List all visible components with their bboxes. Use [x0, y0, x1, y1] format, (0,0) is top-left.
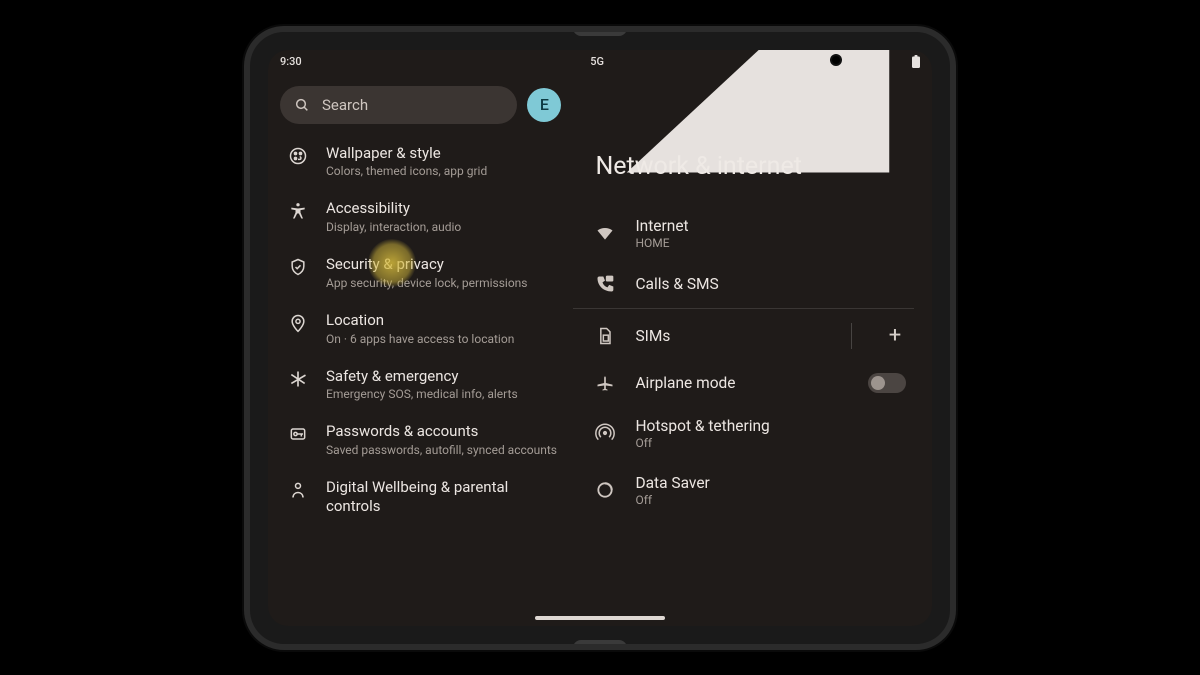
front-camera	[832, 56, 840, 64]
settings-detail-pane: Network & internet InternetHOME Calls & S…	[573, 74, 932, 626]
item-title: Internet	[635, 217, 914, 235]
item-subtitle: Off	[635, 493, 914, 507]
network-item-hotspot[interactable]: Hotspot & tetheringOff	[573, 405, 914, 462]
wifi-icon	[595, 223, 615, 243]
item-subtitle: Off	[635, 436, 914, 450]
accessibility-icon	[288, 201, 308, 221]
hinge-bottom	[573, 640, 627, 644]
settings-item-passwords[interactable]: Passwords & accounts Saved passwords, aut…	[268, 412, 573, 468]
item-subtitle: Saved passwords, autofill, synced accoun…	[326, 443, 561, 458]
avatar-initial: E	[540, 95, 549, 114]
network-item-datasaver[interactable]: Data SaverOff	[573, 462, 914, 519]
sim-icon	[595, 326, 615, 346]
item-title: Location	[326, 311, 561, 330]
settings-master-pane: Search E Wallpaper & styleColors, themed…	[268, 74, 573, 626]
settings-item-safety[interactable]: Safety & emergencyEmergency SOS, medical…	[268, 357, 573, 413]
item-title: Accessibility	[326, 199, 561, 218]
settings-item-wellbeing[interactable]: Digital Wellbeing & parental controls	[268, 468, 573, 526]
phone-msg-icon	[595, 274, 615, 294]
profile-avatar[interactable]: E	[527, 88, 561, 122]
asterisk-icon	[288, 369, 308, 389]
item-title: Digital Wellbeing & parental controls	[326, 478, 561, 516]
search-input[interactable]: Search	[280, 86, 517, 124]
item-subtitle: On · 6 apps have access to location	[326, 332, 561, 347]
item-subtitle: Emergency SOS, medical info, alerts	[326, 387, 561, 402]
network-item-calls[interactable]: Calls & SMS	[573, 262, 914, 306]
item-title: Hotspot & tethering	[635, 417, 914, 435]
item-title: Passwords & accounts	[326, 422, 561, 441]
device-frame: 9:30 5G	[250, 32, 950, 644]
datasaver-icon	[595, 480, 615, 500]
plane-icon	[595, 373, 615, 393]
item-title: Safety & emergency	[326, 367, 561, 386]
settings-item-wallpaper[interactable]: Wallpaper & styleColors, themed icons, a…	[268, 134, 573, 190]
divider-vertical	[851, 323, 852, 349]
settings-item-accessibility[interactable]: Accessibility Display, interaction, audio	[268, 189, 573, 245]
item-title: SIMs	[635, 327, 831, 345]
search-icon	[294, 97, 310, 113]
network-item-internet[interactable]: InternetHOME	[573, 205, 914, 262]
item-title: Calls & SMS	[635, 275, 914, 293]
item-title: Wallpaper & style	[326, 144, 561, 163]
item-subtitle: Colors, themed icons, app grid	[326, 164, 561, 179]
status-network-label: 5G	[590, 55, 604, 68]
shield-icon	[288, 257, 308, 277]
airplane-mode-toggle[interactable]	[868, 373, 906, 393]
pin-icon	[288, 313, 308, 333]
settings-item-security[interactable]: Security & privacy App security, device l…	[268, 245, 573, 301]
divider	[573, 308, 914, 309]
screen: 9:30 5G	[268, 50, 932, 626]
content-area: Search E Wallpaper & styleColors, themed…	[268, 74, 932, 626]
wellbeing-icon	[288, 480, 308, 500]
battery-icon	[912, 55, 920, 68]
network-list: InternetHOME Calls & SMS SIMs + Airplane mod…	[573, 205, 914, 519]
search-placeholder: Search	[322, 96, 368, 114]
status-time: 9:30	[280, 55, 302, 68]
network-item-airplane[interactable]: Airplane mode	[573, 361, 914, 405]
item-title: Security & privacy	[326, 255, 561, 274]
add-sim-button[interactable]: +	[884, 323, 906, 348]
hinge-top	[573, 32, 627, 36]
item-subtitle: Display, interaction, audio	[326, 220, 561, 235]
item-title: Data Saver	[635, 474, 914, 492]
settings-item-location[interactable]: Location On · 6 apps have access to locat…	[268, 301, 573, 357]
gesture-nav-bar[interactable]	[535, 616, 665, 620]
palette-icon	[288, 146, 308, 166]
item-subtitle: App security, device lock, permissions	[326, 276, 561, 291]
network-item-sims[interactable]: SIMs +	[573, 311, 914, 361]
item-title: Airplane mode	[635, 374, 848, 392]
detail-title: Network & internet	[573, 74, 914, 205]
hotspot-icon	[595, 423, 615, 443]
settings-list: Wallpaper & styleColors, themed icons, a…	[268, 134, 573, 626]
key-icon	[288, 424, 308, 444]
item-subtitle: HOME	[635, 236, 914, 250]
